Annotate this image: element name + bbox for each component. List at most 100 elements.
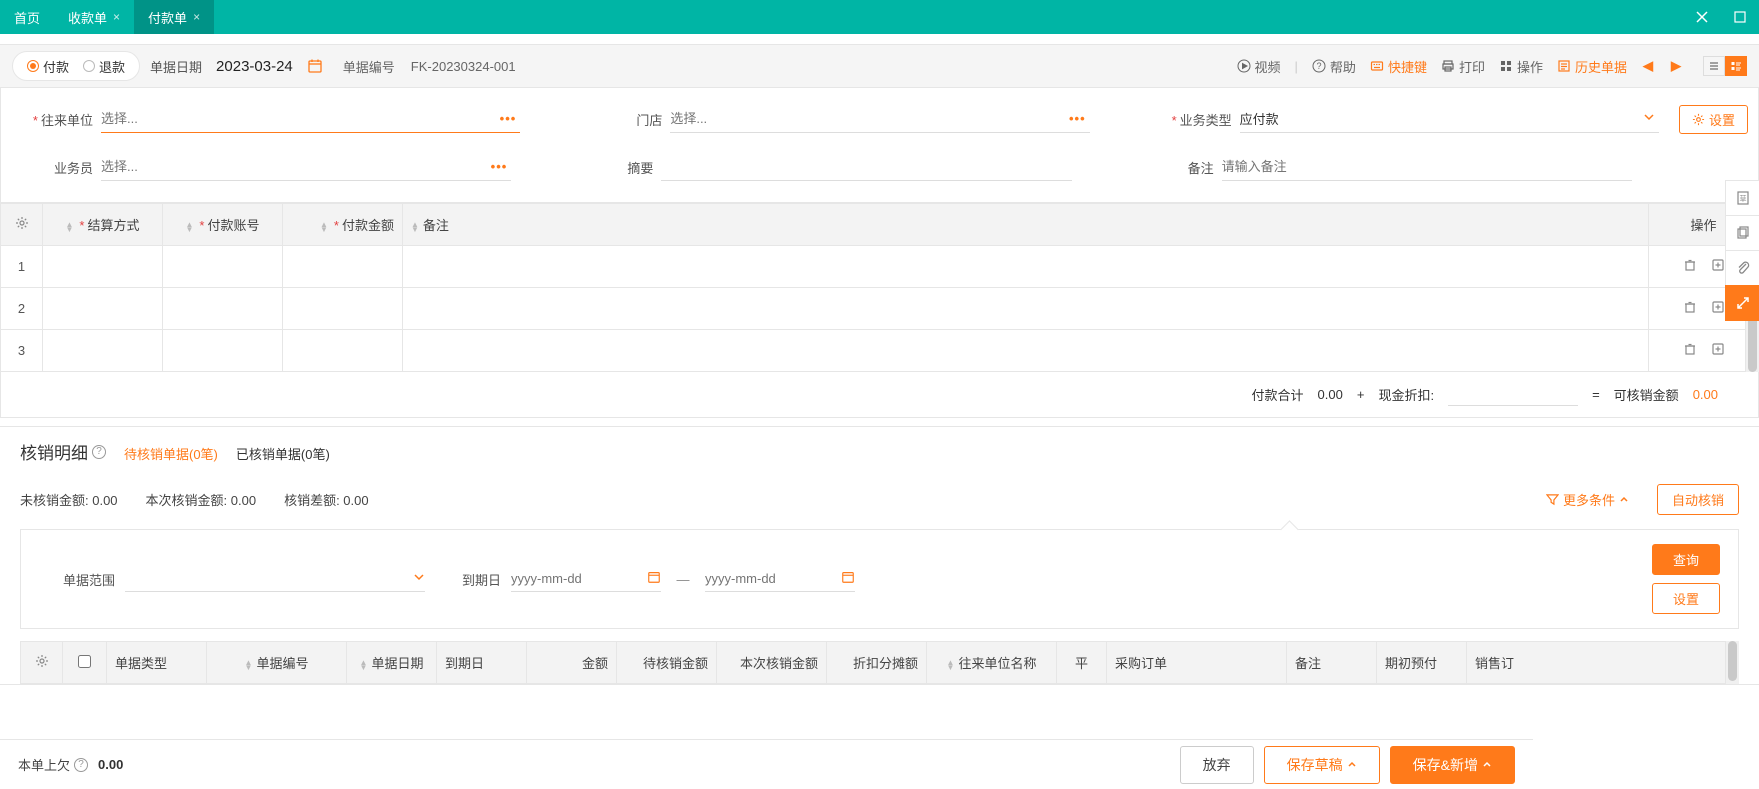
owed-label: 本单上欠?: [18, 755, 88, 774]
video-link[interactable]: 视频: [1237, 57, 1281, 76]
col-checkbox[interactable]: [63, 642, 107, 684]
col-due-date[interactable]: 到期日: [437, 642, 527, 684]
help-icon[interactable]: ?: [92, 445, 106, 459]
grid-row[interactable]: 1: [1, 246, 1759, 288]
shortcut-link[interactable]: 快捷键: [1370, 57, 1427, 76]
window-expand-button[interactable]: [1721, 0, 1759, 34]
filter-settings-button[interactable]: 设置: [1652, 583, 1720, 614]
bill-no-label: 单据编号: [343, 57, 395, 76]
ellipsis-icon[interactable]: •••: [487, 159, 512, 174]
partner-input[interactable]: •••: [101, 105, 520, 133]
calendar-icon[interactable]: [841, 570, 855, 587]
col-remark[interactable]: 备注: [1287, 642, 1377, 684]
window-close-button[interactable]: [1683, 0, 1721, 34]
discount-input[interactable]: [1448, 384, 1578, 406]
grid-row[interactable]: 3: [1, 330, 1759, 372]
calendar-icon[interactable]: [307, 58, 323, 74]
col-partner-name[interactable]: ▲▼往来单位名称: [927, 642, 1057, 684]
col-settle-method[interactable]: ▲▼*结算方式: [43, 204, 163, 246]
salesman-label: 业务员: [11, 158, 101, 177]
col-account[interactable]: ▲▼*付款账号: [163, 204, 283, 246]
col-bill-type[interactable]: 单据类型: [107, 642, 207, 684]
bill-no-value: FK-20230324-001: [411, 59, 516, 74]
dock-draft-icon[interactable]: 草: [1725, 180, 1759, 216]
prev-bill-button[interactable]: ◀: [1641, 58, 1655, 74]
auto-writeoff-button[interactable]: 自动核销: [1657, 484, 1739, 515]
chevron-down-icon[interactable]: [413, 571, 425, 586]
stat-uncleared: 未核销金额: 0.00: [20, 490, 118, 509]
delete-row-icon[interactable]: [1683, 258, 1697, 275]
settings-button[interactable]: 设置: [1679, 105, 1748, 134]
partner-label: *往来单位: [11, 110, 101, 129]
stat-diff: 核销差额: 0.00: [284, 490, 369, 509]
payment-summary: 付款合计 0.00 + 现金折扣: = 可核销金额 0.00: [0, 372, 1759, 418]
delete-row-icon[interactable]: [1683, 300, 1697, 317]
col-discount-share[interactable]: 折扣分摊额: [827, 642, 927, 684]
close-icon[interactable]: ×: [193, 10, 200, 24]
chevron-down-icon[interactable]: [1639, 111, 1659, 126]
save-new-button[interactable]: 保存&新增: [1390, 746, 1515, 784]
header-form: *往来单位 ••• 门店 ••• *业务类型 应付款 设置 业务员 ••• 摘要…: [0, 88, 1759, 203]
next-bill-button[interactable]: ▶: [1669, 58, 1683, 74]
view-mode-list[interactable]: [1703, 56, 1725, 76]
summary-input[interactable]: [661, 153, 1071, 181]
add-row-icon[interactable]: [1711, 258, 1725, 275]
svg-text:草: 草: [1739, 194, 1746, 203]
grid-settings-header[interactable]: [21, 642, 63, 684]
tab-done-writeoff[interactable]: 已核销单据(0笔): [236, 444, 330, 463]
col-bill-date[interactable]: ▲▼单据日期: [347, 642, 437, 684]
col-amount[interactable]: ▲▼*付款金额: [283, 204, 403, 246]
tab-receipt[interactable]: 收款单×: [54, 0, 134, 34]
discard-button[interactable]: 放弃: [1180, 746, 1254, 784]
col-amount[interactable]: 金额: [527, 642, 617, 684]
dock-copy-icon[interactable]: [1725, 215, 1759, 251]
due-date-to[interactable]: [705, 566, 855, 592]
col-remark[interactable]: ▲▼备注: [403, 204, 1649, 246]
print-link[interactable]: 打印: [1441, 57, 1485, 76]
col-initial-prepay[interactable]: 期初预付: [1377, 642, 1467, 684]
view-mode-detail[interactable]: [1725, 56, 1747, 76]
view-mode-switch: [1703, 56, 1747, 76]
delete-row-icon[interactable]: [1683, 342, 1697, 359]
close-icon[interactable]: ×: [113, 10, 120, 24]
grid-row[interactable]: 2: [1, 288, 1759, 330]
history-link[interactable]: 历史单据: [1557, 57, 1627, 76]
biztype-select[interactable]: 应付款: [1240, 105, 1659, 133]
query-button[interactable]: 查询: [1652, 544, 1720, 575]
select-all-checkbox[interactable]: [78, 655, 91, 668]
remark-input[interactable]: [1222, 153, 1632, 181]
col-this-amount[interactable]: 本次核销金额: [717, 642, 827, 684]
dock-attachment-icon[interactable]: [1725, 250, 1759, 286]
dock-expand-icon[interactable]: [1725, 285, 1759, 321]
add-row-icon[interactable]: [1711, 342, 1725, 359]
ellipsis-icon[interactable]: •••: [1065, 111, 1090, 126]
save-draft-button[interactable]: 保存草稿: [1264, 746, 1380, 784]
stat-this: 本次核销金额: 0.00: [146, 490, 257, 509]
col-pending-amount[interactable]: 待核销金额: [617, 642, 717, 684]
more-conditions-toggle[interactable]: 更多条件: [1546, 490, 1629, 509]
add-row-icon[interactable]: [1711, 300, 1725, 317]
tab-home[interactable]: 首页: [0, 0, 54, 34]
col-bill-no[interactable]: ▲▼单据编号: [207, 642, 347, 684]
writeoff-section: 核销明细? 待核销单据(0笔) 已核销单据(0笔) 未核销金额: 0.00 本次…: [0, 426, 1759, 685]
salesman-input[interactable]: •••: [101, 153, 511, 181]
tab-payment[interactable]: 付款单×: [134, 0, 214, 34]
tab-pending-writeoff[interactable]: 待核销单据(0笔): [124, 444, 218, 463]
help-icon[interactable]: ?: [74, 758, 88, 772]
col-balance[interactable]: 平: [1057, 642, 1107, 684]
store-input[interactable]: •••: [670, 105, 1089, 133]
operate-link[interactable]: 操作: [1499, 57, 1543, 76]
help-link[interactable]: ?帮助: [1312, 57, 1356, 76]
bill-range-select[interactable]: [125, 566, 425, 592]
radio-refund[interactable]: 退款: [83, 57, 125, 76]
ellipsis-icon[interactable]: •••: [496, 111, 521, 126]
col-sales-order[interactable]: 销售订: [1467, 642, 1739, 684]
radio-pay[interactable]: 付款: [27, 57, 69, 76]
bill-date-value[interactable]: 2023-03-24: [216, 58, 293, 75]
biztype-label: *业务类型: [1150, 110, 1240, 129]
grid-settings-header[interactable]: [1, 204, 43, 246]
calendar-icon[interactable]: [647, 570, 661, 587]
detail-grid-scrollbar[interactable]: [1725, 641, 1739, 684]
due-date-from[interactable]: [511, 566, 661, 592]
col-purchase-order[interactable]: 采购订单: [1107, 642, 1287, 684]
